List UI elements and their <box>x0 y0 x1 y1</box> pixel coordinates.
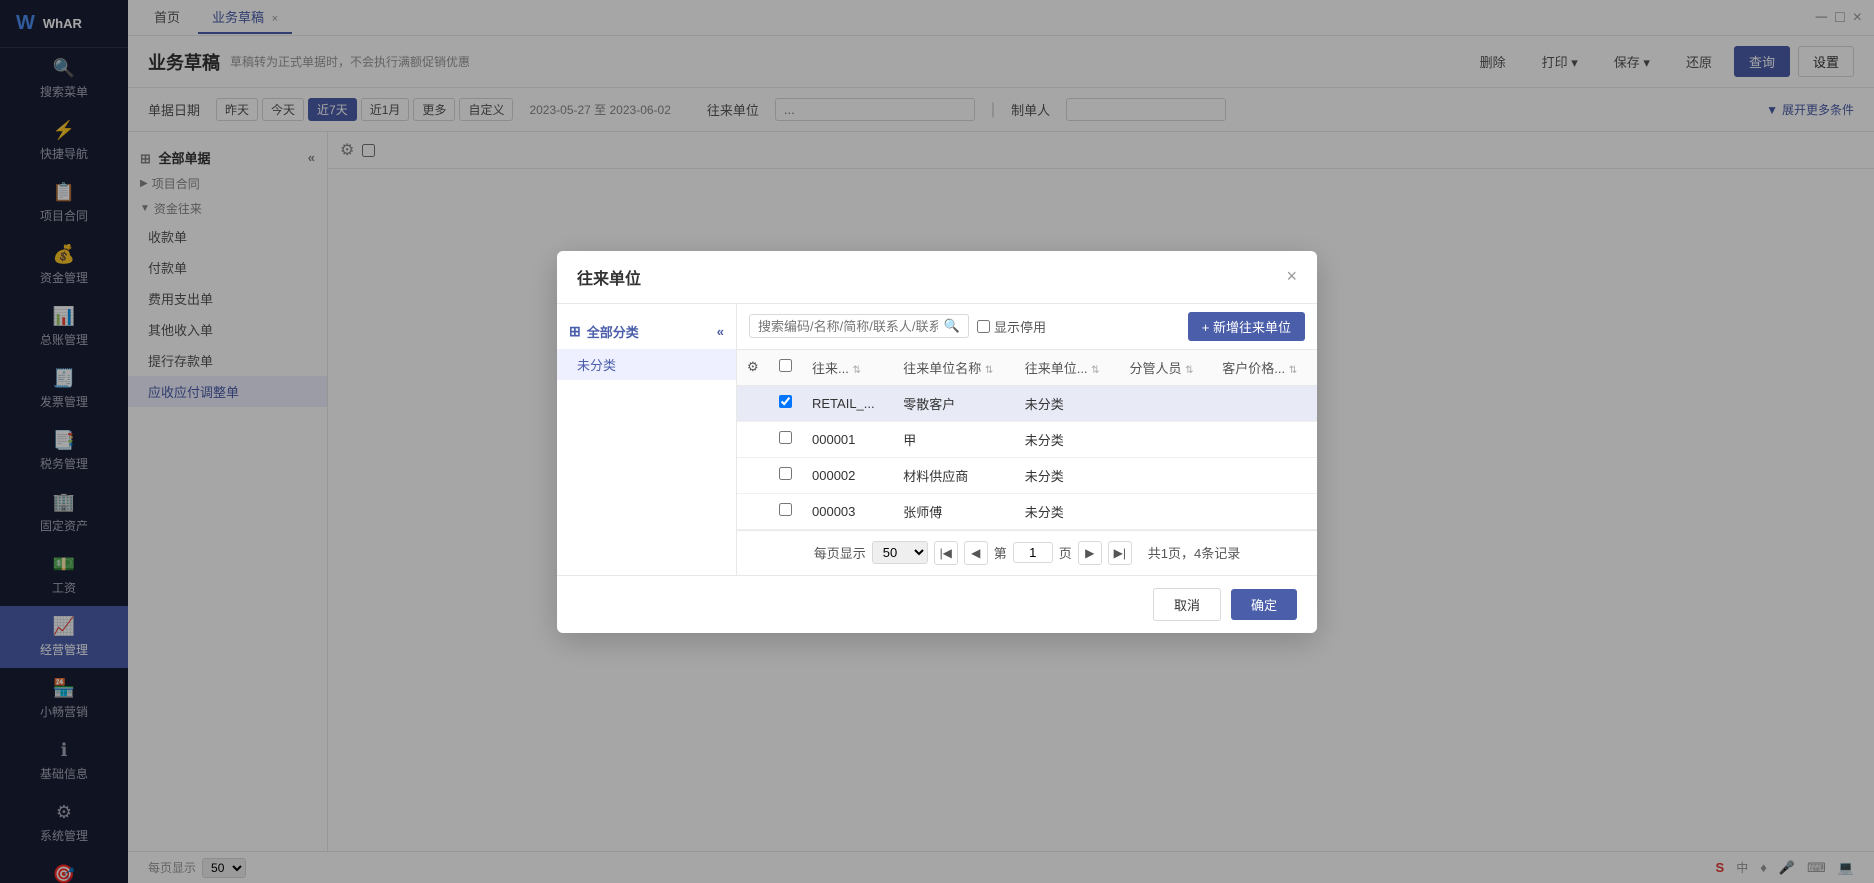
table-row[interactable]: 000003 张师傅 未分类 <box>737 493 1317 529</box>
table-select-all[interactable] <box>779 359 792 372</box>
row3-category: 未分类 <box>1015 457 1120 493</box>
dialog-footer: 取消 确定 <box>557 575 1317 633</box>
sort-code-icon[interactable]: ⇅ <box>852 365 860 376</box>
page-size-select[interactable]: 50 10 20 100 <box>872 541 928 564</box>
show-disabled-checkbox[interactable] <box>977 320 990 333</box>
row3-checkbox[interactable] <box>779 467 792 480</box>
sort-name-icon[interactable]: ⇅ <box>985 365 993 376</box>
dialog-cat-unclassified[interactable]: 未分类 <box>557 349 736 380</box>
new-partner-button[interactable]: + 新增往来单位 <box>1188 312 1305 341</box>
page-input[interactable] <box>1013 542 1053 563</box>
dialog-pagination: 每页显示 50 10 20 100 |◀ ◀ 第 页 ▶ ▶| 共1页，4条记录 <box>737 530 1317 575</box>
next-page-btn[interactable]: ▶ <box>1078 541 1102 565</box>
row1-category: 未分类 <box>1015 385 1120 421</box>
row3-manager <box>1119 457 1212 493</box>
total-label: 共1页，4条记录 <box>1148 543 1240 562</box>
col-category-header: 往来单位... ⇅ <box>1015 350 1120 386</box>
row2-price <box>1212 421 1317 457</box>
row4-code: 000003 <box>802 493 893 529</box>
dialog-all-categories[interactable]: ⊞ 全部分类 « <box>557 314 736 349</box>
search-box: 🔍 <box>749 314 969 338</box>
table-row[interactable]: 000002 材料供应商 未分类 <box>737 457 1317 493</box>
sort-manager-icon[interactable]: ⇅ <box>1185 365 1193 376</box>
row4-name: 张师傅 <box>893 493 1014 529</box>
col-settings: ⚙ <box>737 350 769 386</box>
search-icon: 🔍 <box>944 318 960 334</box>
col-check <box>769 350 802 386</box>
page-suffix: 页 <box>1059 543 1072 562</box>
row4-check <box>769 493 802 529</box>
confirm-button[interactable]: 确定 <box>1231 589 1297 620</box>
row3-code: 000002 <box>802 457 893 493</box>
page-prefix: 第 <box>994 543 1007 562</box>
col-code-header: 往来... ⇅ <box>802 350 893 386</box>
row3-settings <box>737 457 769 493</box>
sort-price-icon[interactable]: ⇅ <box>1289 365 1297 376</box>
table-row[interactable]: 000001 甲 未分类 <box>737 421 1317 457</box>
row2-settings <box>737 421 769 457</box>
grid2-icon: ⊞ <box>569 323 581 340</box>
row4-settings <box>737 493 769 529</box>
first-page-btn[interactable]: |◀ <box>934 541 958 565</box>
row1-name: 零散客户 <box>893 385 1014 421</box>
row2-name: 甲 <box>893 421 1014 457</box>
col-name-header: 往来单位名称 ⇅ <box>893 350 1014 386</box>
col-manager-header: 分管人员 ⇅ <box>1119 350 1212 386</box>
row2-category: 未分类 <box>1015 421 1120 457</box>
last-page-btn[interactable]: ▶| <box>1108 541 1132 565</box>
row4-manager <box>1119 493 1212 529</box>
cancel-button[interactable]: 取消 <box>1153 588 1221 621</box>
row1-price <box>1212 385 1317 421</box>
row2-check <box>769 421 802 457</box>
row3-price <box>1212 457 1317 493</box>
row4-category: 未分类 <box>1015 493 1120 529</box>
row1-checkbox[interactable] <box>779 395 792 408</box>
dialog-header: 往来单位 × <box>557 251 1317 304</box>
dialog-data-table: ⚙ 往来... ⇅ 往来单位名称 ⇅ <box>737 350 1317 530</box>
search-input[interactable] <box>758 319 938 334</box>
dialog-body: ⊞ 全部分类 « 未分类 🔍 显示停用 + 新增往来单位 <box>557 304 1317 575</box>
row2-code: 000001 <box>802 421 893 457</box>
page-size-label: 每页显示 <box>814 543 866 562</box>
dialog-close-button[interactable]: × <box>1286 266 1297 287</box>
sort-category-icon[interactable]: ⇅ <box>1091 365 1099 376</box>
table-header-row: ⚙ 往来... ⇅ 往来单位名称 ⇅ <box>737 350 1317 386</box>
prev-page-btn[interactable]: ◀ <box>964 541 988 565</box>
dialog-categories: ⊞ 全部分类 « 未分类 <box>557 304 737 575</box>
dialog-title: 往来单位 <box>577 265 641 289</box>
row1-settings <box>737 385 769 421</box>
show-disabled-label[interactable]: 显示停用 <box>977 317 1046 336</box>
partner-dialog: 往来单位 × ⊞ 全部分类 « 未分类 🔍 显示停用 <box>557 251 1317 633</box>
collapse-cats-icon[interactable]: « <box>717 324 724 339</box>
row4-price <box>1212 493 1317 529</box>
dialog-table-scroll: ⚙ 往来... ⇅ 往来单位名称 ⇅ <box>737 350 1317 530</box>
row1-code: RETAIL_... <box>802 385 893 421</box>
row4-checkbox[interactable] <box>779 503 792 516</box>
dialog-toolbar: 🔍 显示停用 + 新增往来单位 <box>737 304 1317 350</box>
dialog-table-area: 🔍 显示停用 + 新增往来单位 ⚙ <box>737 304 1317 575</box>
table-row[interactable]: RETAIL_... 零散客户 未分类 <box>737 385 1317 421</box>
row3-name: 材料供应商 <box>893 457 1014 493</box>
row2-checkbox[interactable] <box>779 431 792 444</box>
row3-check <box>769 457 802 493</box>
row1-check <box>769 385 802 421</box>
col-settings-icon[interactable]: ⚙ <box>747 359 759 374</box>
row1-manager <box>1119 385 1212 421</box>
row2-manager <box>1119 421 1212 457</box>
col-price-header: 客户价格... ⇅ <box>1212 350 1317 386</box>
